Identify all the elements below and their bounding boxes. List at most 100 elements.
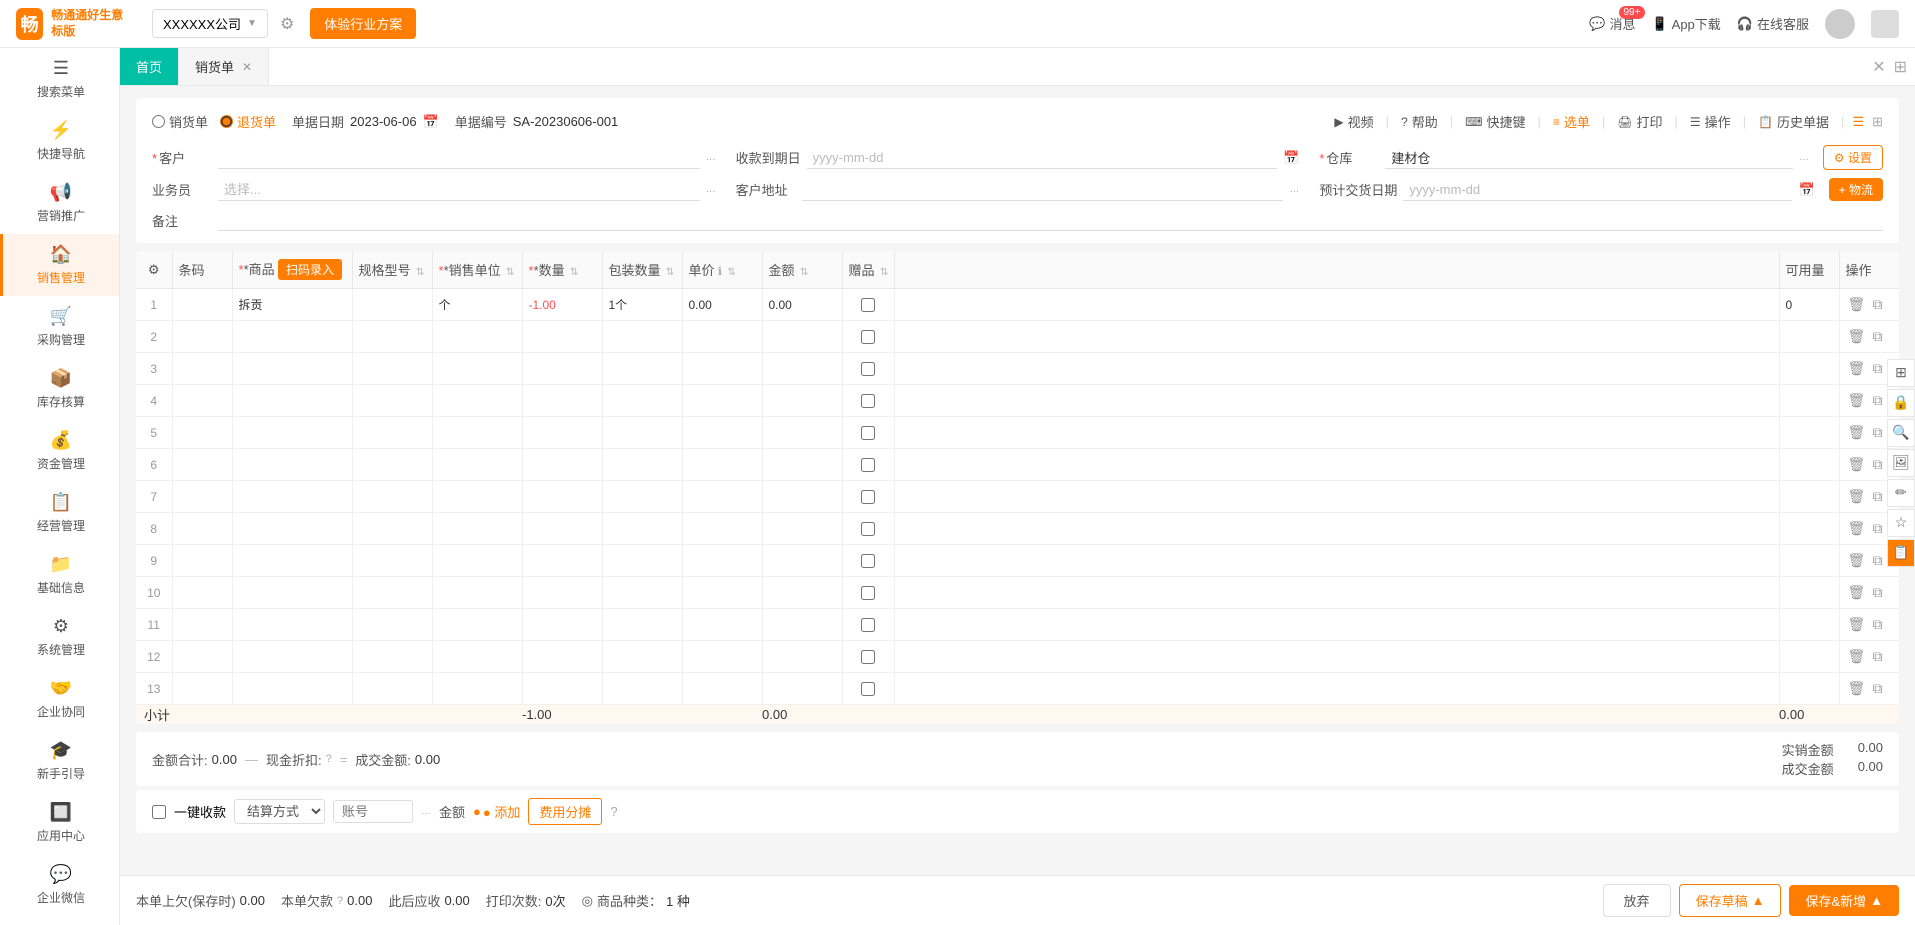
gift-checkbox-3[interactable] <box>861 362 875 376</box>
column-settings-icon[interactable]: ⚙ <box>148 262 160 277</box>
row-unit-7[interactable] <box>432 481 522 513</box>
row-pkg-qty-11[interactable] <box>602 609 682 641</box>
row-qty-4[interactable] <box>522 385 602 417</box>
row-qty-6[interactable] <box>522 449 602 481</box>
row-copy-icon-4[interactable]: ⧉ <box>1873 392 1883 408</box>
customer-more-icon[interactable]: … <box>706 152 716 163</box>
row-amount-7[interactable] <box>762 481 842 513</box>
row-copy-icon-9[interactable]: ⧉ <box>1873 552 1883 568</box>
row-pkg-qty-9[interactable] <box>602 545 682 577</box>
row-unit-5[interactable] <box>432 417 522 449</box>
row-delete-icon-1[interactable]: 🗑 <box>1848 296 1866 312</box>
sidebar-item-sales-mgmt[interactable]: 🏠 销售管理 <box>0 234 119 296</box>
row-product-12[interactable] <box>232 641 352 673</box>
row-price-1[interactable]: 0.00 <box>682 289 762 321</box>
row-price-4[interactable] <box>682 385 762 417</box>
row-amount-9[interactable] <box>762 545 842 577</box>
row-qty-3[interactable] <box>522 353 602 385</box>
row-barcode-2[interactable] <box>172 321 232 353</box>
company-selector[interactable]: XXXXXX公司 ▼ <box>152 9 268 38</box>
row-barcode-5[interactable] <box>172 417 232 449</box>
row-spec-3[interactable] <box>352 353 432 385</box>
row-qty-7[interactable] <box>522 481 602 513</box>
view-toggle-grid[interactable]: ⊞ <box>1872 114 1883 130</box>
row-pkg-qty-13[interactable] <box>602 673 682 705</box>
gift-checkbox-7[interactable] <box>861 490 875 504</box>
tab-home[interactable]: 首页 <box>120 48 179 85</box>
row-product-11[interactable] <box>232 609 352 641</box>
account-input[interactable] <box>333 800 413 823</box>
row-unit-12[interactable] <box>432 641 522 673</box>
row-price-7[interactable] <box>682 481 762 513</box>
toolbar-print[interactable]: 🖨 打印 <box>1613 110 1666 133</box>
row-delete-icon-7[interactable]: 🗑 <box>1848 488 1866 504</box>
row-gift-4[interactable] <box>842 385 895 417</box>
row-price-5[interactable] <box>682 417 762 449</box>
float-lock-btn[interactable]: 🔒 <box>1887 389 1915 417</box>
row-delete-icon-3[interactable]: 🗑 <box>1848 360 1866 376</box>
row-product-7[interactable] <box>232 481 352 513</box>
one-click-pay-checkbox[interactable] <box>152 805 166 819</box>
row-product-3[interactable] <box>232 353 352 385</box>
row-copy-icon-6[interactable]: ⧉ <box>1873 456 1883 472</box>
row-qty-9[interactable] <box>522 545 602 577</box>
warehouse-more-icon[interactable]: … <box>1799 152 1809 163</box>
gift-checkbox-2[interactable] <box>861 330 875 344</box>
float-star-btn[interactable]: ☆ <box>1887 509 1915 537</box>
gift-checkbox-10[interactable] <box>861 586 875 600</box>
row-product-9[interactable] <box>232 545 352 577</box>
row-spec-11[interactable] <box>352 609 432 641</box>
row-price-13[interactable] <box>682 673 762 705</box>
user-avatar[interactable] <box>1825 9 1855 39</box>
row-unit-10[interactable] <box>432 577 522 609</box>
date-calendar-icon[interactable]: 📅 <box>423 114 439 130</box>
gift-checkbox-4[interactable] <box>861 394 875 408</box>
row-gift-13[interactable] <box>842 673 895 705</box>
row-product-6[interactable] <box>232 449 352 481</box>
float-image-btn[interactable]: 🖼 <box>1887 449 1915 477</box>
row-qty-13[interactable] <box>522 673 602 705</box>
float-zoom-btn[interactable]: 🔍 <box>1887 419 1915 447</box>
row-unit-8[interactable] <box>432 513 522 545</box>
row-delete-icon-13[interactable]: 🗑 <box>1848 680 1866 696</box>
gift-sort-icon[interactable]: ⇅ <box>880 267 888 278</box>
user-menu[interactable] <box>1871 10 1899 38</box>
row-product-8[interactable] <box>232 513 352 545</box>
float-orange-btn[interactable]: 📋 <box>1887 539 1915 567</box>
row-price-6[interactable] <box>682 449 762 481</box>
tab-close-icon[interactable]: ✕ <box>242 60 252 74</box>
company-settings-icon[interactable]: ⚙ <box>276 10 298 38</box>
row-delete-icon-9[interactable]: 🗑 <box>1848 552 1866 568</box>
row-amount-8[interactable] <box>762 513 842 545</box>
row-barcode-7[interactable] <box>172 481 232 513</box>
row-unit-9[interactable] <box>432 545 522 577</box>
sidebar-item-system-mgmt[interactable]: ⚙ 系统管理 <box>0 606 119 668</box>
sidebar-item-newbie[interactable]: 🎓 新手引导 <box>0 730 119 792</box>
row-qty-8[interactable] <box>522 513 602 545</box>
spec-sort-icon[interactable]: ⇅ <box>416 267 424 278</box>
warehouse-input[interactable] <box>1385 147 1793 169</box>
row-copy-icon-8[interactable]: ⧉ <box>1873 520 1883 536</box>
row-pkg-qty-6[interactable] <box>602 449 682 481</box>
scan-btn[interactable]: 扫码录入 <box>278 259 342 280</box>
owed-info-icon[interactable]: ? <box>337 895 343 907</box>
row-pkg-qty-7[interactable] <box>602 481 682 513</box>
save-draft-btn[interactable]: 保存草稿 ▲ <box>1679 884 1782 917</box>
row-product-1[interactable]: 拆贡 <box>232 289 352 321</box>
row-qty-1[interactable]: -1.00 <box>522 289 602 321</box>
toolbar-history[interactable]: 📋 历史单据 <box>1754 110 1833 133</box>
row-gift-9[interactable] <box>842 545 895 577</box>
row-amount-13[interactable] <box>762 673 842 705</box>
gift-checkbox-5[interactable] <box>861 426 875 440</box>
view-toggle-list[interactable]: ☰ <box>1852 114 1864 130</box>
address-more-icon[interactable]: … <box>1289 184 1299 195</box>
due-date-cal-icon[interactable]: 📅 <box>1283 150 1299 166</box>
row-amount-12[interactable] <box>762 641 842 673</box>
row-gift-2[interactable] <box>842 321 895 353</box>
row-unit-1[interactable]: 个 <box>432 289 522 321</box>
row-product-13[interactable] <box>232 673 352 705</box>
row-barcode-12[interactable] <box>172 641 232 673</box>
row-spec-5[interactable] <box>352 417 432 449</box>
expand-tabs-icon[interactable]: ⊞ <box>1894 57 1907 77</box>
row-gift-6[interactable] <box>842 449 895 481</box>
